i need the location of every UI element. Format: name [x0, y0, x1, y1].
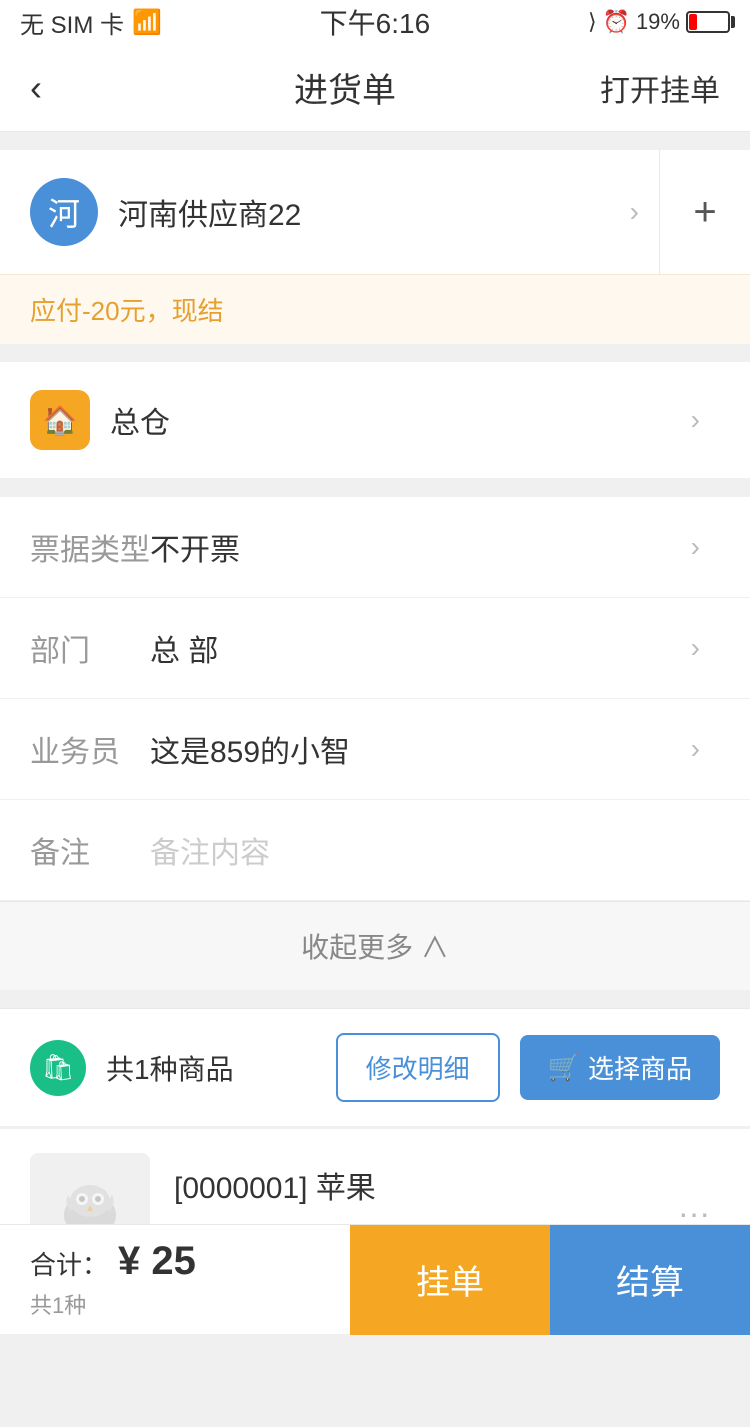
salesperson-value: 这是859的小智 — [150, 727, 671, 771]
select-product-label: 选择商品 — [588, 1049, 692, 1086]
nav-bar: ‹ 进货单 打开挂单 — [0, 44, 750, 132]
info-banner: 应付-20元，现结 — [0, 274, 750, 344]
divider-1 — [0, 132, 750, 150]
carrier-text: 无 SIM 卡 — [20, 5, 124, 40]
chevron-right-icon: › — [671, 733, 720, 765]
invoice-type-row[interactable]: 票据类型 不开票 › — [0, 497, 750, 598]
department-label: 部门 — [30, 626, 150, 670]
product-title: 苹果 — [316, 1172, 376, 1205]
hang-order-button[interactable]: 挂单 — [350, 1225, 550, 1335]
product-name: [0000001] 苹果 — [174, 1163, 668, 1207]
department-row[interactable]: 部门 总 部 › — [0, 598, 750, 699]
warehouse-row[interactable]: 🏠 总仓 › — [0, 362, 750, 479]
alarm-icon: ⏰ — [603, 9, 630, 35]
remark-row: 备注 备注内容 — [0, 800, 750, 901]
department-value: 总 部 — [150, 626, 671, 670]
status-left: 无 SIM 卡 📶 — [20, 5, 162, 40]
cart-icon: 🛍 — [41, 1052, 74, 1083]
warehouse-icon: 🏠 — [30, 390, 90, 450]
select-product-button[interactable]: 🛒 选择商品 — [520, 1035, 720, 1100]
battery-fill — [689, 14, 697, 30]
supplier-selector[interactable]: 河 河南供应商22 › — [0, 150, 660, 274]
status-bar: 无 SIM 卡 📶 下午6:16 ⟩ ⏰ 19% — [0, 0, 750, 44]
product-count: 共1种商品 — [106, 1048, 316, 1088]
avatar-text: 河 — [48, 189, 80, 235]
add-supplier-button[interactable]: + — [660, 162, 750, 263]
bottom-bar: 合计： ¥ 25 共1种 挂单 结算 — [0, 1224, 750, 1334]
open-hang-button[interactable]: 打开挂单 — [600, 66, 720, 110]
supplier-avatar: 河 — [30, 178, 98, 246]
invoice-type-label: 票据类型 — [30, 525, 150, 569]
total-label: 合计： ¥ 25 — [30, 1239, 320, 1284]
total-label-text: 合计： — [30, 1245, 108, 1282]
chevron-right-icon: › — [671, 404, 720, 436]
edit-detail-button[interactable]: 修改明细 — [336, 1033, 500, 1102]
salesperson-row[interactable]: 业务员 这是859的小智 › — [0, 699, 750, 800]
invoice-type-value: 不开票 — [150, 525, 671, 569]
chevron-right-icon: › — [610, 196, 659, 228]
salesperson-label: 业务员 — [30, 727, 150, 771]
status-time: 下午6:16 — [320, 2, 431, 42]
wifi-icon: 📶 — [132, 8, 162, 37]
location-icon: ⟩ — [588, 9, 597, 35]
divider-2 — [0, 344, 750, 362]
status-right: ⟩ ⏰ 19% — [588, 9, 730, 35]
product-code: [0000001] — [174, 1172, 307, 1205]
remark-label: 备注 — [30, 828, 150, 872]
battery-icon — [686, 11, 730, 33]
divider-4 — [0, 990, 750, 1008]
product-header: 🛍 共1种商品 修改明细 🛒 选择商品 — [0, 1008, 750, 1126]
total-count: 共1种 — [30, 1288, 320, 1320]
battery-percent: 19% — [636, 9, 680, 35]
chevron-right-icon: › — [671, 632, 720, 664]
supplier-name: 河南供应商22 — [118, 190, 610, 234]
total-amount: ¥ 25 — [118, 1239, 196, 1284]
divider-3 — [0, 479, 750, 497]
warehouse-name: 总仓 — [110, 398, 671, 442]
total-section: 合计： ¥ 25 共1种 — [0, 1239, 350, 1320]
collapse-toggle[interactable]: 收起更多 ∧ — [0, 901, 750, 990]
back-button[interactable]: ‹ — [30, 67, 90, 109]
product-header-icon: 🛍 — [30, 1040, 86, 1096]
remark-placeholder[interactable]: 备注内容 — [150, 828, 720, 872]
supplier-section: 河 河南供应商22 › + — [0, 150, 750, 274]
select-product-icon: 🛒 — [548, 1052, 580, 1083]
checkout-button[interactable]: 结算 — [550, 1225, 750, 1335]
chevron-right-icon: › — [671, 531, 720, 563]
page-title: 进货单 — [294, 63, 396, 112]
